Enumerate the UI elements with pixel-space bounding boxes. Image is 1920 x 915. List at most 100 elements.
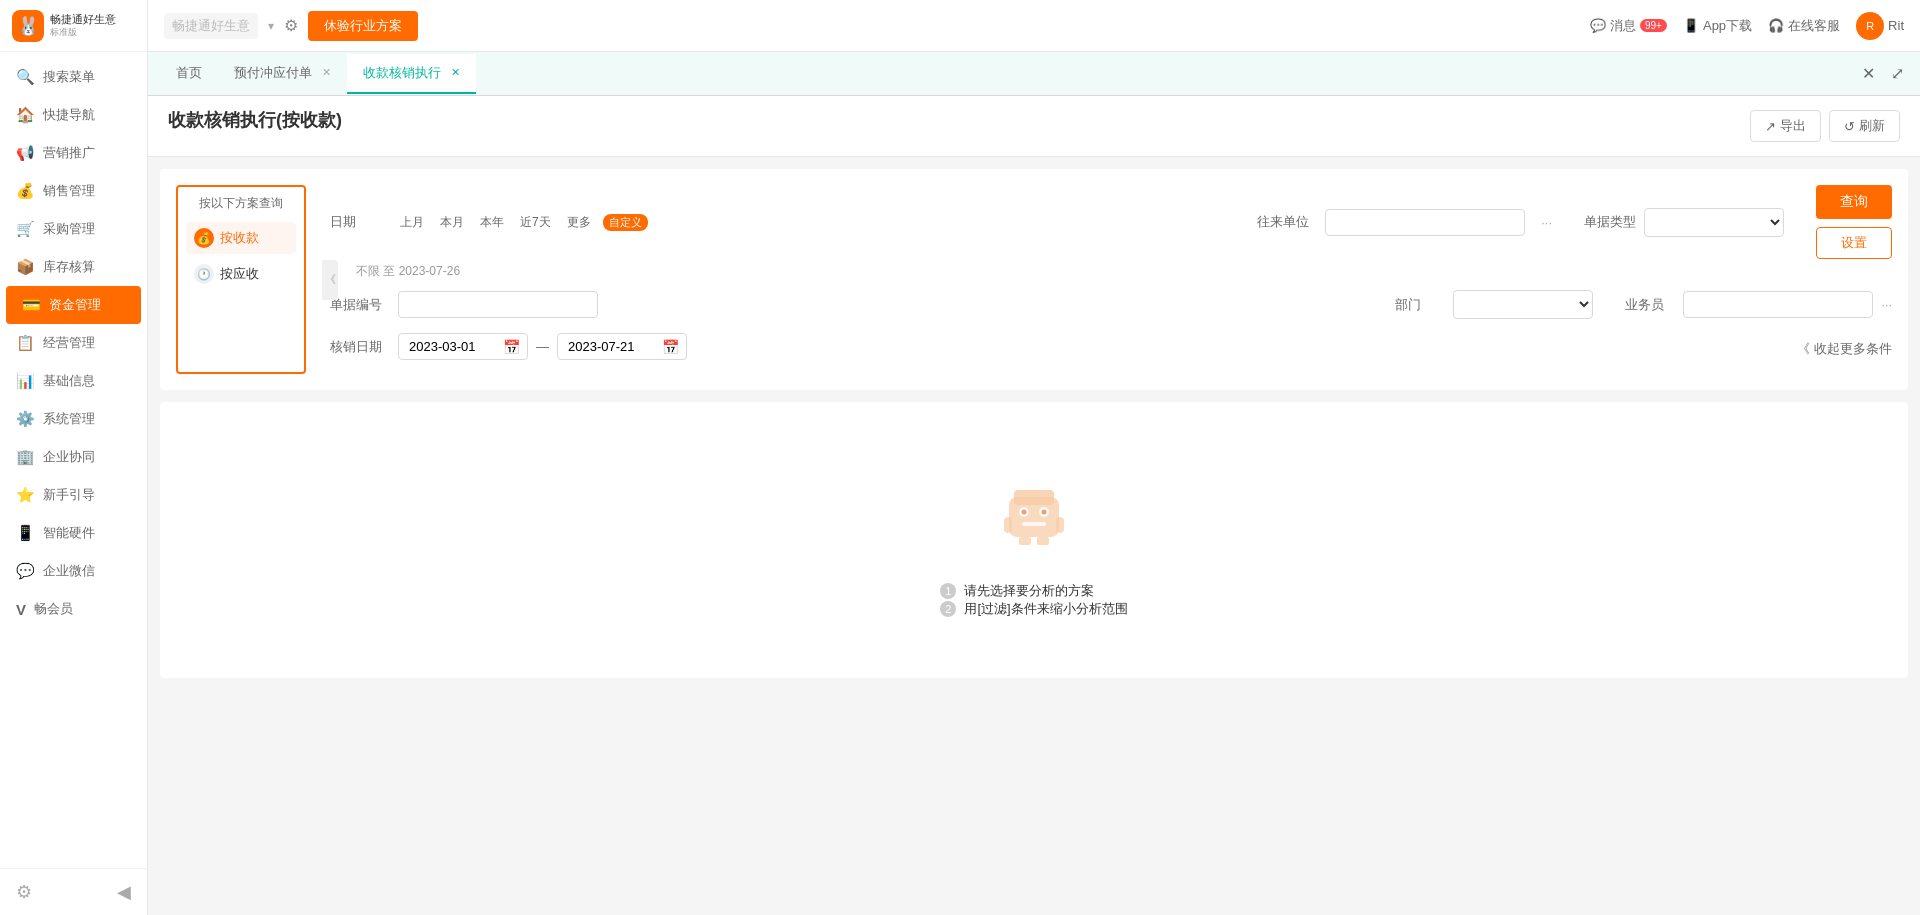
- date-unlimited-text: 不限 至 2023-07-26: [356, 263, 1892, 280]
- tab-collection-close-icon[interactable]: ✕: [451, 66, 460, 79]
- service-icon: 🎧: [1768, 18, 1784, 33]
- tab-collection[interactable]: 收款核销执行 ✕: [347, 54, 476, 94]
- tab-prepay[interactable]: 预付冲应付单 ✕: [218, 54, 347, 94]
- tab-home[interactable]: 首页: [160, 54, 218, 94]
- sidebar-item-label: 基础信息: [43, 372, 95, 390]
- app-download-btn[interactable]: 📱 App下载: [1683, 17, 1752, 35]
- date-tab-7days[interactable]: 近7天: [516, 212, 555, 233]
- receipt-option-icon: 💰: [194, 228, 214, 248]
- tab-prepay-close-icon[interactable]: ✕: [322, 66, 331, 79]
- date-tab-this-year[interactable]: 本年: [476, 212, 508, 233]
- user-info[interactable]: R Rit: [1856, 12, 1904, 40]
- date-tab-this-month[interactable]: 本月: [436, 212, 468, 233]
- filter-option-by-receivable[interactable]: 🕐 按应收: [186, 258, 296, 290]
- collapse-more-wrap: 《 收起更多条件: [1797, 336, 1892, 358]
- sidebar-item-label: 新手引导: [43, 486, 95, 504]
- doc-type-field: 单据类型: [1584, 208, 1784, 237]
- sidebar-item-corp[interactable]: 🏢 企业协同: [0, 438, 147, 476]
- collapse-sidebar-icon[interactable]: ◀: [117, 881, 131, 903]
- writeoff-date-start-wrap: 📅: [398, 333, 528, 360]
- tip-text-1: 请先选择要分析的方案: [964, 582, 1094, 600]
- doc-type-select[interactable]: [1644, 208, 1784, 237]
- settings-btn[interactable]: 设置: [1816, 227, 1892, 259]
- user-avatar: R: [1856, 12, 1884, 40]
- close-tab-btn[interactable]: ✕: [1858, 60, 1879, 87]
- date-custom-badge[interactable]: 自定义: [603, 214, 648, 231]
- app-download-label: App下载: [1703, 17, 1752, 35]
- sidebar-item-member[interactable]: V 畅会员: [0, 590, 147, 628]
- doc-no-label: 单据编号: [330, 296, 382, 314]
- collapse-more-btn[interactable]: 《 收起更多条件: [1797, 340, 1892, 358]
- date-tab-last-month[interactable]: 上月: [396, 212, 428, 233]
- writeoff-date-end-cal-icon[interactable]: 📅: [662, 339, 679, 355]
- empty-tip-1: 1 请先选择要分析的方案: [940, 582, 1127, 600]
- sidebar-item-system[interactable]: ⚙️ 系统管理: [0, 400, 147, 438]
- topbar: 畅捷通好生意 ▾ ⚙ 休验行业方案 💬 消息 99+ 📱 App下载 🎧 在线客…: [148, 0, 1920, 52]
- receipt-option-label: 按收款: [220, 229, 259, 247]
- sales-icon: 💰: [16, 182, 35, 200]
- purchase-icon: 🛒: [16, 220, 35, 238]
- sidebar-item-purchase[interactable]: 🛒 采购管理: [0, 210, 147, 248]
- logo-name: 畅捷通好生意: [50, 12, 116, 26]
- corp-icon: 🏢: [16, 448, 35, 466]
- online-service-btn[interactable]: 🎧 在线客服: [1768, 17, 1840, 35]
- sidebar-item-capital[interactable]: 💳 资金管理: [6, 286, 141, 324]
- collapse-more-label: 收起更多条件: [1814, 340, 1892, 358]
- sidebar-item-quick-nav[interactable]: 🏠 快捷导航: [0, 96, 147, 134]
- refresh-icon: ↺: [1844, 119, 1855, 134]
- industry-btn[interactable]: 休验行业方案: [308, 11, 418, 41]
- sidebar-item-label: 营销推广: [43, 144, 95, 162]
- collapse-filter-sidebar-btn[interactable]: 《: [322, 260, 338, 300]
- counterparty-label: 往来单位: [1257, 213, 1309, 231]
- empty-tip-2: 2 用[过滤]条件来缩小分析范围: [940, 600, 1127, 618]
- filter-option-by-receipt[interactable]: 💰 按收款: [186, 222, 296, 254]
- date-tab-more[interactable]: 更多: [563, 212, 595, 233]
- refresh-btn[interactable]: ↺ 刷新: [1829, 110, 1900, 142]
- sidebar-item-label: 采购管理: [43, 220, 95, 238]
- logo-badge: 标准版: [50, 26, 116, 39]
- tab-collection-label: 收款核销执行: [363, 64, 441, 82]
- page-header-actions: ↗ 导出 ↺ 刷新: [1750, 110, 1900, 142]
- dept-select[interactable]: [1453, 290, 1593, 319]
- topbar-chevron-icon[interactable]: ▾: [268, 19, 274, 33]
- topbar-gear-icon[interactable]: ⚙: [284, 16, 298, 35]
- sidebar-item-label: 资金管理: [49, 296, 101, 314]
- counterparty-more-icon[interactable]: ···: [1541, 215, 1552, 230]
- sidebar-item-operations[interactable]: 📋 经营管理: [0, 324, 147, 362]
- sidebar-item-label: 畅会员: [34, 600, 73, 618]
- messages-btn[interactable]: 💬 消息 99+: [1590, 17, 1667, 35]
- svg-rect-1: [1014, 490, 1054, 505]
- sidebar-item-wechat[interactable]: 💬 企业微信: [0, 552, 147, 590]
- dept-label: 部门: [1395, 296, 1445, 314]
- messages-label: 消息: [1610, 17, 1636, 35]
- sidebar-nav: 🔍 搜索菜单 🏠 快捷导航 📢 营销推广 💰 销售管理 🛒 采购管理 📦 库存核…: [0, 52, 147, 868]
- staff-input[interactable]: [1683, 291, 1873, 318]
- basic-info-icon: 📊: [16, 372, 35, 390]
- sidebar-item-marketing[interactable]: 📢 营销推广: [0, 134, 147, 172]
- expand-tab-btn[interactable]: ⤢: [1887, 60, 1908, 87]
- staff-more-icon[interactable]: ···: [1881, 297, 1892, 312]
- export-icon: ↗: [1765, 119, 1776, 134]
- guide-icon: ⭐: [16, 486, 35, 504]
- tabs-bar: 首页 预付冲应付单 ✕ 收款核销执行 ✕ ✕ ⤢: [148, 52, 1920, 96]
- empty-tips: 1 请先选择要分析的方案 2 用[过滤]条件来缩小分析范围: [940, 582, 1127, 618]
- tip-num-1: 1: [940, 583, 956, 599]
- sidebar-item-sales[interactable]: 💰 销售管理: [0, 172, 147, 210]
- filter-sidebar-title: 按以下方案查询: [186, 195, 296, 212]
- sidebar-item-search-menu[interactable]: 🔍 搜索菜单: [0, 58, 147, 96]
- topbar-right: 💬 消息 99+ 📱 App下载 🎧 在线客服 R Rit: [1590, 12, 1904, 40]
- writeoff-date-end-wrap: 📅: [557, 333, 687, 360]
- sidebar-item-inventory[interactable]: 📦 库存核算: [0, 248, 147, 286]
- sidebar-item-basic-info[interactable]: 📊 基础信息: [0, 362, 147, 400]
- svg-rect-6: [1022, 522, 1046, 526]
- writeoff-date-start-cal-icon[interactable]: 📅: [503, 339, 520, 355]
- counterparty-input[interactable]: [1325, 209, 1525, 236]
- sidebar-item-guide[interactable]: ⭐ 新手引导: [0, 476, 147, 514]
- doc-no-input[interactable]: [398, 291, 598, 318]
- export-btn[interactable]: ↗ 导出: [1750, 110, 1821, 142]
- settings-footer-icon[interactable]: ⚙: [16, 881, 32, 903]
- sidebar-logo: 🐰 畅捷通好生意 标准版: [0, 0, 147, 52]
- query-btn[interactable]: 查询: [1816, 185, 1892, 219]
- writeoff-date-range: 📅 — 📅: [398, 333, 687, 360]
- sidebar-item-hardware[interactable]: 📱 智能硬件: [0, 514, 147, 552]
